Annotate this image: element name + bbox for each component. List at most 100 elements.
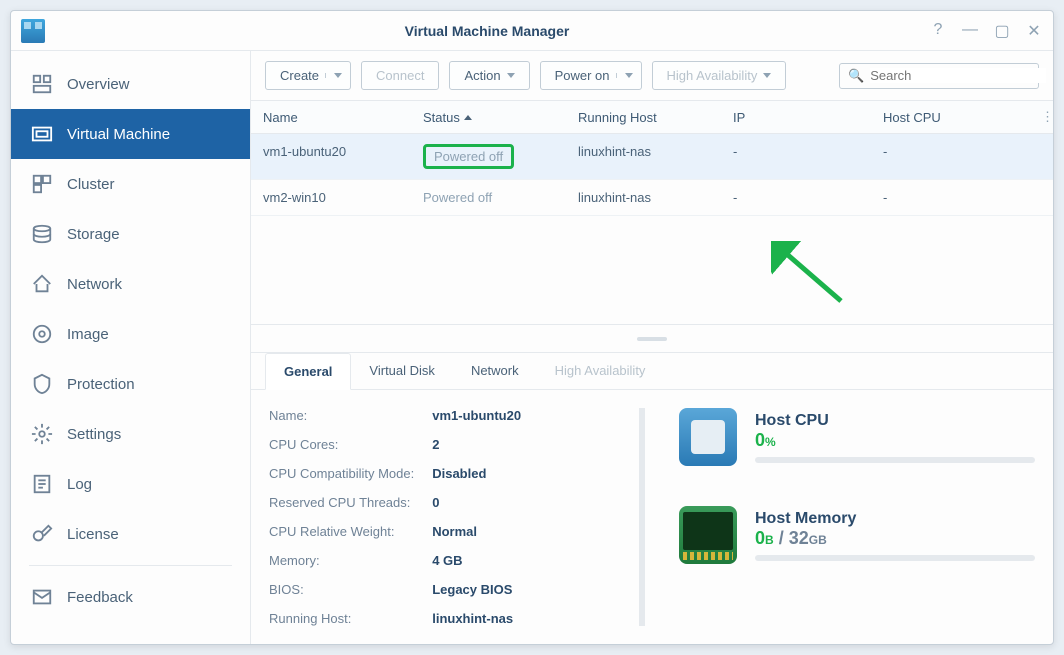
cell-host: linuxhint-nas	[566, 140, 721, 173]
detail-tabs: General Virtual Disk Network High Availa…	[251, 353, 1053, 390]
search-box[interactable]: 🔍	[839, 63, 1039, 89]
cell-ip: -	[721, 140, 871, 173]
label-memory: Memory:	[269, 553, 414, 568]
sidebar-separator	[29, 565, 232, 566]
host-cpu-value: 0%	[755, 430, 1035, 451]
host-cpu-bar	[755, 457, 1035, 463]
minimize-icon[interactable]: —	[961, 21, 979, 41]
sidebar-item-storage[interactable]: Storage	[11, 209, 250, 259]
value-running-host: linuxhint-nas	[432, 611, 521, 626]
create-button[interactable]: Create	[265, 61, 351, 90]
tab-high-availability[interactable]: High Availability	[537, 353, 664, 389]
window: Virtual Machine Manager ? — ▢ ✕ Overview…	[10, 10, 1054, 645]
host-memory-label: Host Memory	[755, 510, 1035, 528]
status-highlight: Powered off	[423, 144, 514, 169]
search-input[interactable]	[870, 68, 1046, 83]
col-running-host[interactable]: Running Host	[566, 101, 721, 133]
sidebar-item-settings[interactable]: Settings	[11, 409, 250, 459]
chevron-down-icon	[625, 73, 633, 78]
network-icon	[31, 273, 53, 295]
license-icon	[31, 523, 53, 545]
sidebar-item-label: Feedback	[67, 589, 133, 606]
sidebar-item-label: Overview	[67, 76, 130, 93]
sidebar-item-network[interactable]: Network	[11, 259, 250, 309]
window-buttons: ? — ▢ ✕	[929, 21, 1043, 41]
sidebar-item-label: Log	[67, 476, 92, 493]
tab-network[interactable]: Network	[453, 353, 537, 389]
host-cpu-stat: Host CPU 0%	[679, 408, 1035, 466]
label-cpu-cores: CPU Cores:	[269, 437, 414, 452]
sidebar-item-overview[interactable]: Overview	[11, 59, 250, 109]
col-name[interactable]: Name	[251, 101, 411, 133]
cpu-icon	[679, 408, 737, 466]
panel-drag-handle[interactable]	[251, 325, 1053, 353]
host-memory-stat: Host Memory 0B / 32GB	[679, 506, 1035, 564]
value-cpu-cores: 2	[432, 437, 521, 452]
sidebar-item-image[interactable]: Image	[11, 309, 250, 359]
table-row[interactable]: vm1-ubuntu20 Powered off linuxhint-nas -…	[251, 134, 1053, 180]
app-icon	[21, 19, 45, 43]
chevron-down-icon	[763, 73, 771, 78]
button-label: Power on	[555, 68, 610, 83]
protection-icon	[31, 373, 53, 395]
sidebar-item-label: Cluster	[67, 176, 115, 193]
value-bios: Legacy BIOS	[432, 582, 521, 597]
label-name: Name:	[269, 408, 414, 423]
col-status[interactable]: Status	[411, 101, 566, 133]
sidebar: Overview Virtual Machine Cluster Storage…	[11, 51, 251, 644]
cluster-icon	[31, 173, 53, 195]
sidebar-item-license[interactable]: License	[11, 509, 250, 559]
sidebar-item-virtual-machine[interactable]: Virtual Machine	[11, 109, 250, 159]
sidebar-item-protection[interactable]: Protection	[11, 359, 250, 409]
window-title: Virtual Machine Manager	[45, 23, 929, 39]
sidebar-item-label: Network	[67, 276, 122, 293]
label-running-host: Running Host:	[269, 611, 414, 626]
tab-virtual-disk[interactable]: Virtual Disk	[351, 353, 453, 389]
log-icon	[31, 473, 53, 495]
content: Name Status Running Host IP Host CPU ⋮ v…	[251, 101, 1053, 644]
overview-icon	[31, 73, 53, 95]
sidebar-item-cluster[interactable]: Cluster	[11, 159, 250, 209]
storage-icon	[31, 223, 53, 245]
label-cpu-weight: CPU Relative Weight:	[269, 524, 414, 539]
col-more-icon[interactable]: ⋮	[1029, 101, 1053, 133]
cell-ip: -	[721, 186, 871, 209]
power-on-button[interactable]: Power on	[540, 61, 642, 90]
search-icon: 🔍	[848, 68, 864, 84]
chevron-down-icon	[507, 73, 515, 78]
button-label: Connect	[376, 68, 424, 83]
col-ip[interactable]: IP	[721, 101, 871, 133]
host-memory-bar	[755, 555, 1035, 561]
cell-name: vm1-ubuntu20	[251, 140, 411, 173]
sidebar-item-feedback[interactable]: Feedback	[11, 572, 250, 622]
host-memory-value: 0B / 32GB	[755, 528, 1035, 549]
detail-body: Name: CPU Cores: CPU Compatibility Mode:…	[251, 390, 1053, 644]
maximize-icon[interactable]: ▢	[993, 21, 1011, 41]
sidebar-item-log[interactable]: Log	[11, 459, 250, 509]
button-label: Create	[280, 68, 319, 83]
cell-name: vm2-win10	[251, 186, 411, 209]
high-availability-button[interactable]: High Availability	[652, 61, 787, 90]
close-icon[interactable]: ✕	[1025, 21, 1043, 41]
host-stats: Host CPU 0% Host Memory	[659, 408, 1035, 626]
cell-cpu: -	[871, 186, 1029, 209]
feedback-icon	[31, 586, 53, 608]
titlebar: Virtual Machine Manager ? — ▢ ✕	[11, 11, 1053, 51]
action-button[interactable]: Action	[449, 61, 529, 90]
vm-icon	[31, 123, 53, 145]
button-label: High Availability	[667, 68, 758, 83]
value-cpu-compat: Disabled	[432, 466, 521, 481]
sidebar-item-label: License	[67, 526, 119, 543]
label-reserved-threads: Reserved CPU Threads:	[269, 495, 414, 510]
cell-status: Powered off	[411, 140, 566, 173]
help-icon[interactable]: ?	[929, 21, 947, 41]
button-label: Action	[464, 68, 500, 83]
value-name: vm1-ubuntu20	[432, 408, 521, 423]
toolbar: Create Connect Action Power on High Avai…	[251, 51, 1053, 101]
label-bios: BIOS:	[269, 582, 414, 597]
sidebar-item-label: Storage	[67, 226, 120, 243]
connect-button[interactable]: Connect	[361, 61, 439, 90]
table-row[interactable]: vm2-win10 Powered off linuxhint-nas - -	[251, 180, 1053, 216]
col-host-cpu[interactable]: Host CPU	[871, 101, 1029, 133]
tab-general[interactable]: General	[265, 353, 351, 390]
